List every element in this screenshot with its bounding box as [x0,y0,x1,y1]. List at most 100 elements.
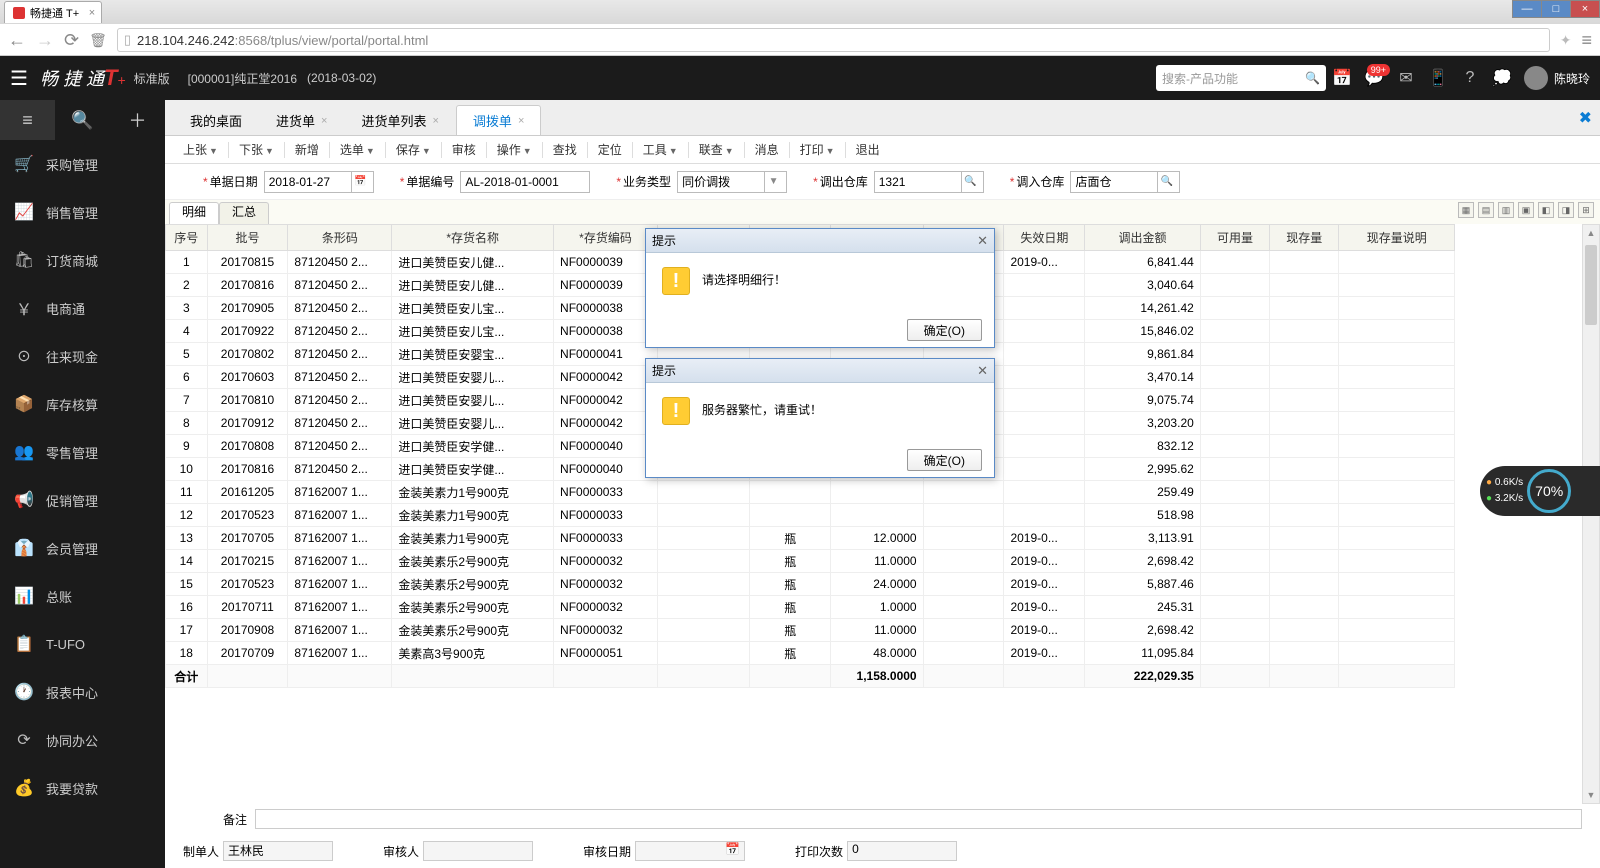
grid-header[interactable]: 序号 [166,225,208,251]
toolbar-item[interactable]: 保存▼ [388,141,439,158]
notification-icon[interactable]: 💬99+ [1358,62,1390,94]
tab-close-icon[interactable]: × [89,7,95,19]
search-input[interactable]: 搜索-产品功能 🔍 [1156,65,1326,91]
browser-menu-icon[interactable]: ≡ [1581,30,1592,51]
toolbar-item[interactable]: 工具▼ [635,141,686,158]
grid-tool-icon[interactable]: ▤ [1478,202,1494,218]
browser-tab[interactable]: 畅捷通 T+ × [4,1,102,23]
sidebar-item[interactable]: 🛒采购管理 [0,140,165,188]
grid-header[interactable]: *存货名称 [392,225,554,251]
sidebar-item[interactable]: 👥零售管理 [0,428,165,476]
speed-widget[interactable]: ● 0.6K/s ● 3.2K/s 70% [1480,466,1600,516]
sidebar-item[interactable]: 📢促销管理 [0,476,165,524]
window-close-button[interactable]: × [1570,0,1600,18]
grid-header[interactable]: 失效日期 [1004,225,1085,251]
sidebar-add-button[interactable]: ＋ [110,100,165,140]
table-row[interactable]: 152017052387162007 1...金装美素乐2号900克NF0000… [166,573,1455,596]
grid-tool-icon[interactable]: ▦ [1458,202,1474,218]
toolbar-item[interactable]: 操作▼ [489,141,540,158]
type-select[interactable]: 同价调拨▼ [677,171,787,193]
scroll-thumb[interactable] [1585,245,1597,325]
grid-header[interactable]: 现存量 [1270,225,1339,251]
sidebar-item[interactable]: 📋T-UFO [0,620,165,668]
url-bar[interactable]: ▯ 218.104.246.242:8568/tplus/view/portal… [117,28,1550,52]
mail-icon[interactable]: ✉ [1390,62,1422,94]
sidebar-item[interactable]: 🕐报表中心 [0,668,165,716]
lookup-icon[interactable]: 🔍 [1157,172,1175,192]
grid-tool-icon[interactable]: ▥ [1498,202,1514,218]
search-icon[interactable]: 🔍 [1305,71,1320,85]
grid-header[interactable]: 条形码 [288,225,392,251]
remark-input[interactable] [255,809,1582,829]
dialog-ok-button[interactable]: 确定(O) [907,319,982,341]
calendar-picker-icon[interactable]: 📅 [725,842,740,860]
toolbar-item[interactable]: 上张▼ [175,141,226,158]
grid-header[interactable]: 调出金额 [1085,225,1201,251]
home-button[interactable]: 🗑 [89,32,107,49]
app-menu-icon[interactable]: ☰ [10,66,28,91]
lookup-icon[interactable]: 🔍 [961,172,979,192]
user-area[interactable]: 陈晓玲 [1524,66,1590,90]
sidebar-item[interactable]: 💰我要贷款 [0,764,165,812]
out-wh-input[interactable]: 1321🔍 [874,171,984,193]
scroll-up-icon[interactable]: ▲ [1583,225,1599,241]
grid-tool-icon[interactable]: ▣ [1518,202,1534,218]
dialog-close-icon[interactable]: ✕ [977,363,988,379]
main-tab[interactable]: 进货单列表× [344,105,455,135]
mobile-icon[interactable]: 📱 [1422,62,1454,94]
table-row[interactable]: 132017070587162007 1...金装美素力1号900克NF0000… [166,527,1455,550]
toolbar-item[interactable]: 消息 [747,141,787,158]
table-row[interactable]: 112016120587162007 1...金装美素力1号900克NF0000… [166,481,1455,504]
sidebar-item[interactable]: ￥电商通 [0,284,165,332]
dialog-ok-button[interactable]: 确定(O) [907,449,982,471]
calendar-icon[interactable]: 📅 [1326,62,1358,94]
table-row[interactable]: 122017052387162007 1...金装美素力1号900克NF0000… [166,504,1455,527]
sidebar-item[interactable]: 👔会员管理 [0,524,165,572]
date-input[interactable]: 2018-01-27📅 [264,171,374,193]
table-row[interactable]: 182017070987162007 1...美素高3号900克NF000005… [166,642,1455,665]
table-row[interactable]: 142017021587162007 1...金装美素乐2号900克NF0000… [166,550,1455,573]
toolbar-item[interactable]: 退出 [848,141,888,158]
grid-header[interactable]: 现存量说明 [1339,225,1455,251]
sidebar-item[interactable]: 📊总账 [0,572,165,620]
subtab-detail[interactable]: 明细 [169,202,219,224]
toolbar-item[interactable]: 下张▼ [231,141,282,158]
sidebar-collapse-button[interactable]: ≡ [0,100,55,140]
reload-button[interactable]: ⟳ [64,30,79,51]
window-maximize-button[interactable]: □ [1541,0,1571,18]
tab-close-icon[interactable]: × [321,115,327,127]
chat-icon[interactable]: 💭 [1486,62,1518,94]
back-button[interactable]: ← [8,30,26,51]
main-tab[interactable]: 进货单× [259,105,344,135]
toolbar-item[interactable]: 联查▼ [691,141,742,158]
toolbar-item[interactable]: 定位 [590,141,630,158]
table-row[interactable]: 162017071187162007 1...金装美素乐2号900克NF0000… [166,596,1455,619]
sidebar-item[interactable]: 🛍订货商城 [0,236,165,284]
dialog-title-bar[interactable]: 提示✕ [646,359,994,383]
toolbar-item[interactable]: 打印▼ [792,141,843,158]
bookmark-icon[interactable]: ✦ [1560,32,1572,49]
dialog-close-icon[interactable]: ✕ [977,233,988,249]
grid-tool-icon[interactable]: ◧ [1538,202,1554,218]
tab-close-icon[interactable]: × [432,115,438,127]
table-row[interactable]: 172017090887162007 1...金装美素乐2号900克NF0000… [166,619,1455,642]
toolbar-item[interactable]: 审核 [444,141,484,158]
toolbar-item[interactable]: 选单▼ [332,141,383,158]
calendar-picker-icon[interactable]: 📅 [351,172,369,192]
main-tab[interactable]: 我的桌面 [173,105,259,135]
grid-header[interactable]: *存货编码 [554,225,658,251]
no-input[interactable]: AL-2018-01-0001 [460,171,590,193]
help-icon[interactable]: ? [1454,62,1486,94]
grid-header[interactable]: 可用量 [1200,225,1269,251]
in-wh-input[interactable]: 店面仓🔍 [1070,171,1180,193]
main-tab[interactable]: 调拨单× [456,105,541,135]
sidebar-item[interactable]: 📈销售管理 [0,188,165,236]
sidebar-item[interactable]: 📦库存核算 [0,380,165,428]
grid-tool-icon[interactable]: ◨ [1558,202,1574,218]
dropdown-icon[interactable]: ▼ [764,172,782,192]
sidebar-item[interactable]: ⊙往来现金 [0,332,165,380]
toolbar-item[interactable]: 新增 [287,141,327,158]
forward-button[interactable]: → [36,30,54,51]
grid-header[interactable]: 批号 [207,225,288,251]
grid-tool-icon[interactable]: ⊞ [1578,202,1594,218]
